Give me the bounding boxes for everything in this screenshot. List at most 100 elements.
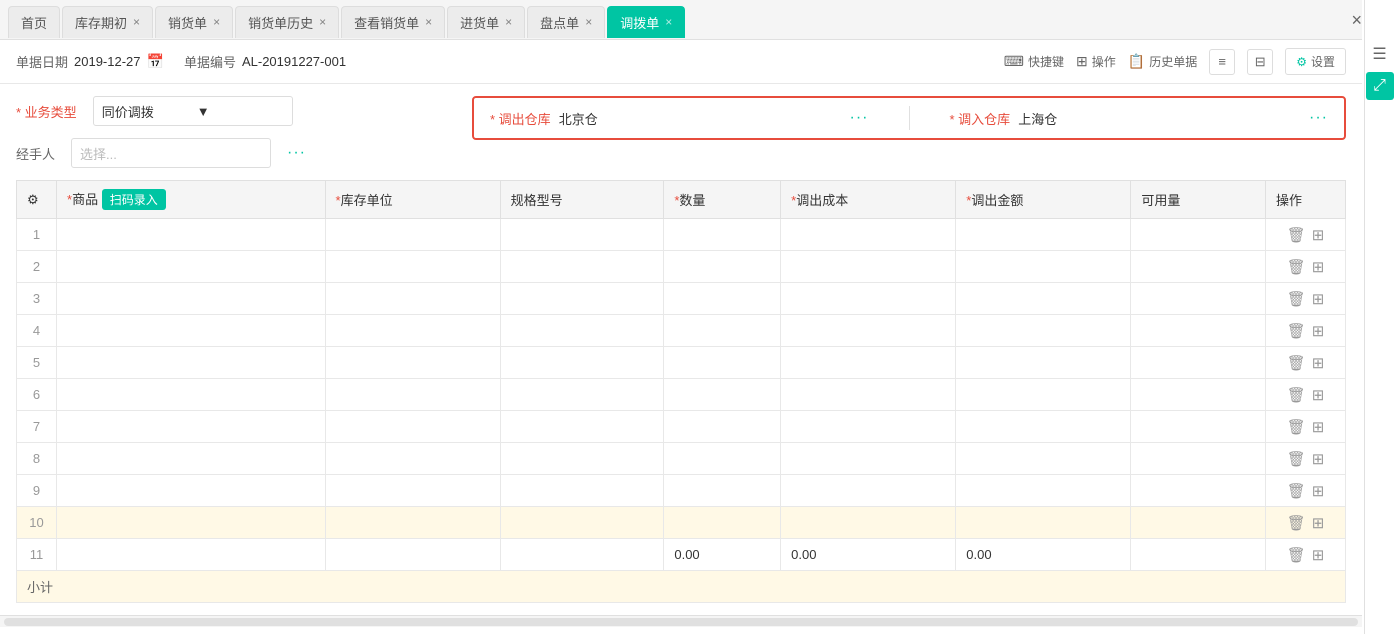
calendar-icon[interactable]: 📅 [147,53,164,70]
subtotal-copy-icon[interactable]: ⊞ [1312,546,1325,564]
settings-button[interactable]: ⚙ 设置 [1285,48,1346,75]
operations-btn[interactable]: ⊞ 操作 [1076,53,1116,70]
delete-icon-6[interactable]: 🗑 [1287,386,1306,404]
cell-amount-1[interactable] [956,219,1131,251]
cell-cost-5[interactable] [781,347,956,379]
tab-initial-stock[interactable]: 库存期初 × [62,6,153,38]
cell-qty-1[interactable] [664,219,781,251]
copy-icon-4[interactable]: ⊞ [1312,322,1325,340]
delete-icon-7[interactable]: 🗑 [1287,418,1306,436]
cell-unit-8[interactable] [325,443,500,475]
tab-sales-history-close[interactable]: × [319,15,326,29]
tab-sales-order-close[interactable]: × [213,15,220,29]
subtotal-delete-icon[interactable]: 🗑 [1287,546,1306,564]
cell-cost-7[interactable] [781,411,956,443]
cell-cost-1[interactable] [781,219,956,251]
cell-spec-9[interactable] [500,475,664,507]
scrollbar-area[interactable] [0,615,1362,627]
cell-spec-8[interactable] [500,443,664,475]
cell-product-10[interactable] [57,507,326,539]
sidebar-expand-icon[interactable]: ⤢ [1366,72,1394,100]
cell-unit-9[interactable] [325,475,500,507]
cell-cost-8[interactable] [781,443,956,475]
delete-icon-2[interactable]: 🗑 [1287,258,1306,276]
warehouse-out-more-btn[interactable]: ··· [850,109,869,127]
cell-qty-6[interactable] [664,379,781,411]
cell-product-4[interactable] [57,315,326,347]
cell-product-1[interactable] [57,219,326,251]
tab-purchase-close[interactable]: × [505,15,512,29]
cell-amount-2[interactable] [956,251,1131,283]
scan-btn[interactable]: 扫码录入 [102,189,166,210]
copy-icon-2[interactable]: ⊞ [1312,258,1325,276]
business-type-select[interactable]: 同价调拨 ▼ [93,96,293,126]
cell-qty-2[interactable] [664,251,781,283]
cell-amount-4[interactable] [956,315,1131,347]
cell-spec-3[interactable] [500,283,664,315]
copy-icon-5[interactable]: ⊞ [1312,354,1325,372]
cell-unit-4[interactable] [325,315,500,347]
cell-product-3[interactable] [57,283,326,315]
handler-select[interactable]: 选择... [71,138,271,168]
delete-icon-5[interactable]: 🗑 [1287,354,1306,372]
cell-spec-6[interactable] [500,379,664,411]
cell-unit-3[interactable] [325,283,500,315]
cell-qty-9[interactable] [664,475,781,507]
copy-icon-6[interactable]: ⊞ [1312,386,1325,404]
tab-view-sales-close[interactable]: × [425,15,432,29]
cell-spec-1[interactable] [500,219,664,251]
cell-amount-3[interactable] [956,283,1131,315]
cell-cost-10[interactable] [781,507,956,539]
warehouse-in-more-btn[interactable]: ··· [1309,109,1328,127]
cell-cost-6[interactable] [781,379,956,411]
handler-more-btn[interactable]: ··· [287,144,306,162]
tab-transfer[interactable]: 调拨单 × [607,6,685,38]
cell-unit-2[interactable] [325,251,500,283]
cell-spec-4[interactable] [500,315,664,347]
delete-icon-1[interactable]: 🗑 [1287,226,1306,244]
cell-amount-10[interactable] [956,507,1131,539]
cell-unit-7[interactable] [325,411,500,443]
history-btn[interactable]: 📋 历史单据 [1128,53,1197,70]
copy-icon-1[interactable]: ⊞ [1312,226,1325,244]
tab-initial-stock-close[interactable]: × [133,15,140,29]
copy-icon-9[interactable]: ⊞ [1312,482,1325,500]
cell-qty-4[interactable] [664,315,781,347]
cell-cost-2[interactable] [781,251,956,283]
cell-cost-4[interactable] [781,315,956,347]
tab-home[interactable]: 首页 [8,6,60,38]
cell-spec-2[interactable] [500,251,664,283]
cell-amount-9[interactable] [956,475,1131,507]
window-close-btn[interactable]: × [1351,10,1362,31]
shortcut-btn[interactable]: ⌨ 快捷键 [1004,53,1064,70]
cell-qty-7[interactable] [664,411,781,443]
cell-qty-8[interactable] [664,443,781,475]
delete-icon-8[interactable]: 🗑 [1287,450,1306,468]
copy-icon-7[interactable]: ⊞ [1312,418,1325,436]
copy-icon-10[interactable]: ⊞ [1312,514,1325,532]
cell-product-6[interactable] [57,379,326,411]
cell-qty-10[interactable] [664,507,781,539]
cell-unit-1[interactable] [325,219,500,251]
tab-transfer-close[interactable]: × [665,15,672,29]
cell-amount-5[interactable] [956,347,1131,379]
cell-unit-10[interactable] [325,507,500,539]
cell-qty-3[interactable] [664,283,781,315]
delete-icon-3[interactable]: 🗑 [1287,290,1306,308]
cell-spec-7[interactable] [500,411,664,443]
tab-sales-history[interactable]: 销货单历史 × [235,6,339,38]
tab-inventory[interactable]: 盘点单 × [527,6,605,38]
tab-sales-order[interactable]: 销货单 × [155,6,233,38]
tab-inventory-close[interactable]: × [585,15,592,29]
cell-unit-6[interactable] [325,379,500,411]
cell-product-8[interactable] [57,443,326,475]
sidebar-list-icon[interactable]: ☰ [1366,40,1394,68]
copy-icon-3[interactable]: ⊞ [1312,290,1325,308]
cell-product-5[interactable] [57,347,326,379]
delete-icon-10[interactable]: 🗑 [1287,514,1306,532]
cell-amount-6[interactable] [956,379,1131,411]
cell-cost-9[interactable] [781,475,956,507]
cell-amount-7[interactable] [956,411,1131,443]
delete-icon-9[interactable]: 🗑 [1287,482,1306,500]
cell-unit-5[interactable] [325,347,500,379]
